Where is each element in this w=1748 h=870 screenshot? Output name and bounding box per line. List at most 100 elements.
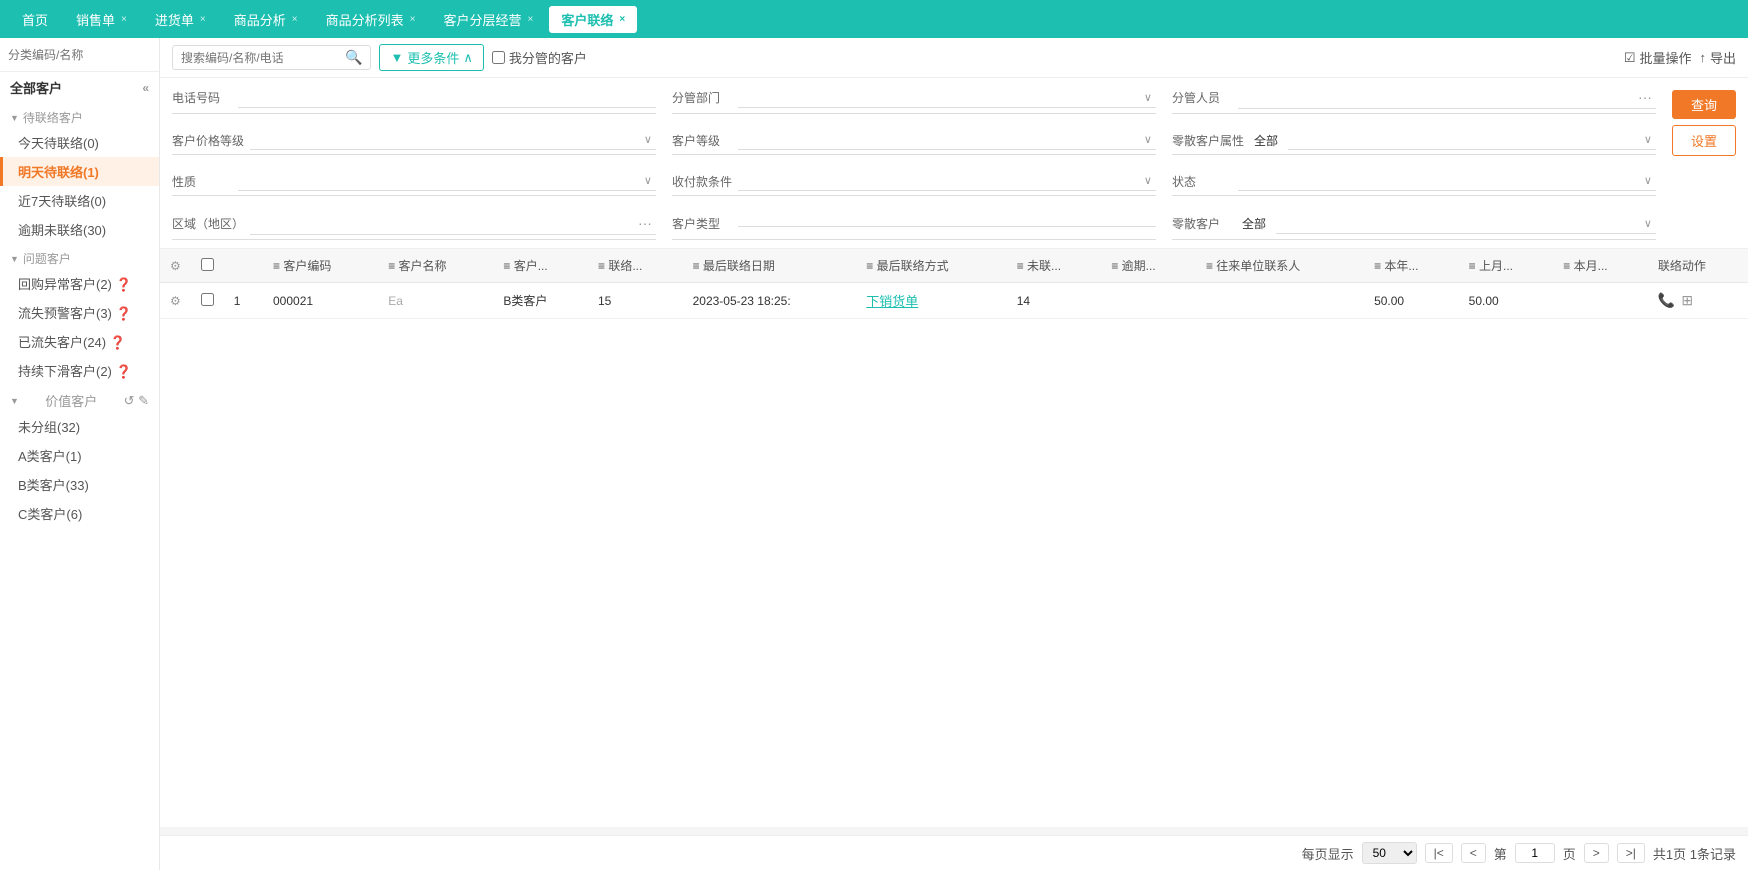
sidebar-item-lost[interactable]: 已流失客户(24) ❓ (0, 327, 159, 356)
sidebar-item-tomorrow[interactable]: 明天待联络(1) (0, 157, 159, 186)
reset-button[interactable]: 设置 (1672, 125, 1736, 156)
column-last-date: ≡ 最后联络日期 (683, 249, 857, 283)
nav-home[interactable]: 首页 (10, 6, 60, 33)
search-wrap: 🔍 (172, 45, 371, 70)
filter-dept-label: 分管部门 (672, 89, 732, 106)
per-page-select[interactable]: 50 100 200 (1362, 842, 1417, 864)
filter-status-select[interactable]: ∨ (1238, 171, 1656, 191)
first-page-button[interactable]: |< (1425, 843, 1453, 863)
filter-retail-attr-select[interactable]: ∨ (1288, 130, 1656, 150)
per-page-label: 每页显示 (1302, 844, 1354, 863)
select-all-checkbox[interactable] (201, 258, 214, 271)
query-button[interactable]: 查询 (1672, 90, 1736, 119)
contact-icon[interactable]: 📞 (1658, 292, 1675, 309)
filter-retail-attr-label: 零散客户属性 (1172, 132, 1244, 149)
row-this-month (1553, 283, 1648, 319)
row-last-date: 2023-05-23 18:25: (683, 283, 857, 319)
sidebar-item-warning[interactable]: 流失预警客户(3) ❓ (0, 298, 159, 327)
close-icon[interactable]: × (292, 14, 298, 25)
ellipsis-icon[interactable]: ··· (638, 215, 652, 231)
column-contact: ≡ 联络... (588, 249, 683, 283)
page-label: 第 (1494, 844, 1507, 863)
sidebar: 🔍 全部客户 « 待联络客户 今天待联络(0) 明天待联络(1) 近7天待联络(… (0, 38, 160, 870)
filter-phone: 电话号码 (172, 86, 656, 114)
filter-price-label: 客户价格等级 (172, 132, 244, 149)
row-gear[interactable]: ⚙ (160, 283, 191, 319)
row-contact: 15 (588, 283, 683, 319)
column-settings[interactable]: ⚙ (160, 249, 191, 283)
page-number-input[interactable] (1515, 843, 1555, 863)
column-name: ≡ 客户名称 (378, 249, 493, 283)
prev-page-button[interactable]: < (1461, 843, 1486, 863)
ellipsis-icon[interactable]: ··· (1638, 89, 1652, 105)
nav-item-customer-contact[interactable]: 客户联络 × (549, 6, 637, 33)
row-checkbox[interactable] (201, 293, 214, 306)
close-icon[interactable]: × (121, 14, 127, 25)
column-checkbox[interactable] (191, 249, 224, 283)
more-icon[interactable]: ⊞ (1681, 292, 1693, 309)
my-customers-checkbox-label[interactable]: 我分管的客户 (492, 48, 587, 67)
close-icon[interactable]: × (200, 14, 206, 25)
column-type: ≡ 客户... (493, 249, 588, 283)
customer-table: ⚙ ≡ 客户编码 ≡ 客户名称 ≡ 客户... ≡ 联络... ≡ 最后联络日期… (160, 249, 1748, 319)
sidebar-item-declining[interactable]: 持续下滑客户(2) ❓ (0, 356, 159, 385)
filter-price-select[interactable]: ∨ (250, 130, 656, 150)
filter-grade-select[interactable]: ∨ (738, 130, 1156, 150)
nav-item-analysis-list[interactable]: 商品分析列表 × (314, 6, 428, 33)
column-this-month: ≡ 本月... (1553, 249, 1648, 283)
my-customers-checkbox[interactable] (492, 51, 505, 64)
column-unit-contact: ≡ 往来单位联系人 (1196, 249, 1364, 283)
search-input[interactable] (181, 51, 341, 65)
filter-phone-input[interactable] (238, 87, 656, 108)
sidebar-item-c-class[interactable]: C类客户(6) (0, 499, 159, 528)
table-body: ⚙ 1 000021 Ea B类客户 15 2023-05-23 18:25: … (160, 283, 1748, 319)
filter-nature-select[interactable]: ∨ (238, 171, 656, 191)
sidebar-group-problem: 问题客户 (0, 244, 159, 269)
last-page-button[interactable]: >| (1617, 843, 1645, 863)
row-last-method[interactable]: 下销货单 (856, 283, 1006, 319)
column-uncontacted: ≡ 未联... (1007, 249, 1102, 283)
close-icon[interactable]: × (619, 14, 625, 25)
sidebar-all-customers[interactable]: 全部客户 « (0, 72, 159, 103)
sidebar-item-today[interactable]: 今天待联络(0) (0, 128, 159, 157)
more-filters-button[interactable]: ▼ 更多条件 ∧ (379, 44, 483, 71)
nav-item-sales[interactable]: 销售单 × (64, 6, 139, 33)
chevron-down-icon: ∨ (644, 133, 652, 146)
chevron-down-icon: ∨ (1144, 174, 1152, 187)
sidebar-item-b-class[interactable]: B类客户(33) (0, 470, 159, 499)
row-actions: 📞 ⊞ (1648, 283, 1748, 319)
filter-price-level: 客户价格等级 ∨ (172, 130, 656, 155)
sidebar-item-ungrouped[interactable]: 未分组(32) (0, 412, 159, 441)
filter-department: 分管部门 ∨ (672, 86, 1156, 114)
sidebar-item-overdue[interactable]: 逾期未联络(30) (0, 215, 159, 244)
sidebar-item-abnormal[interactable]: 回购异常客户(2) ❓ (0, 269, 159, 298)
next-page-button[interactable]: > (1584, 843, 1609, 863)
horizontal-scrollbar[interactable] (160, 827, 1748, 835)
checkbox-icon: ☑ (1624, 50, 1636, 66)
sidebar-item-a-class[interactable]: A类客户(1) (0, 441, 159, 470)
close-icon[interactable]: × (527, 14, 533, 25)
row-code: 000021 (263, 283, 378, 319)
row-this-year: 50.00 (1364, 283, 1459, 319)
row-type: B类客户 (493, 283, 588, 319)
sidebar-search-input[interactable] (8, 48, 160, 62)
filter-retail-select[interactable]: ∨ (1276, 214, 1656, 234)
chevron-left-icon: « (142, 81, 149, 95)
search-button-icon[interactable]: 🔍 (345, 49, 362, 66)
row-no: 1 (224, 283, 263, 319)
batch-operation-button[interactable]: ☑ 批量操作 (1624, 48, 1692, 67)
chevron-down-icon: ∨ (1144, 91, 1152, 104)
filter-retail-attr: 零散客户属性 全部 ∨ (1172, 130, 1656, 155)
close-icon[interactable]: × (410, 14, 416, 25)
filter-payment-select[interactable]: ∨ (738, 171, 1156, 191)
filter-dept-select[interactable]: ∨ (738, 88, 1156, 108)
sidebar-item-7days[interactable]: 近7天待联络(0) (0, 186, 159, 215)
chevron-down-icon: ∨ (644, 174, 652, 187)
nav-item-analysis[interactable]: 商品分析 × (222, 6, 310, 33)
nav-item-customer-tier[interactable]: 客户分层经营 × (431, 6, 545, 33)
row-checkbox-cell[interactable] (191, 283, 224, 319)
export-button[interactable]: ↑ 导出 (1699, 48, 1736, 67)
nav-item-purchase[interactable]: 进货单 × (143, 6, 218, 33)
contact-method-link[interactable]: 下销货单 (866, 294, 918, 309)
export-icon: ↑ (1699, 50, 1706, 65)
